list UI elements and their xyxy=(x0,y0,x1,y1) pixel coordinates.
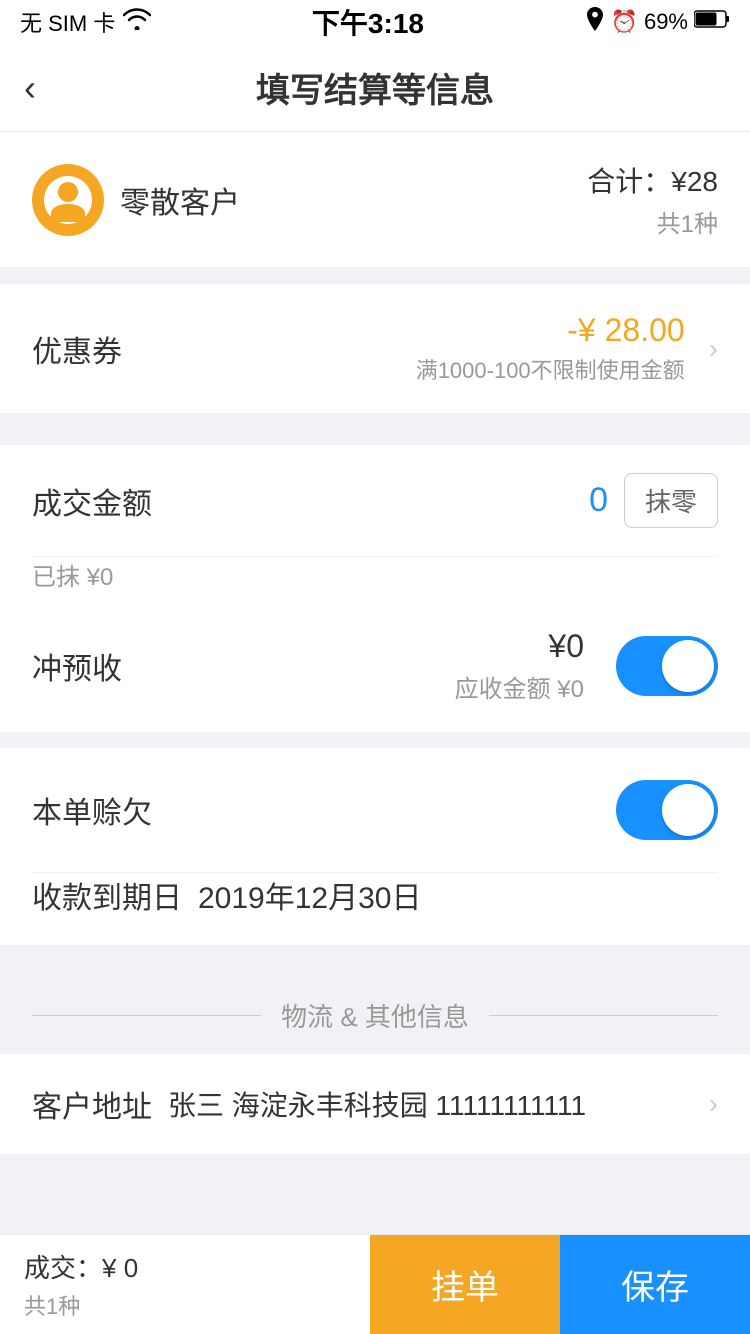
toggle-knob xyxy=(662,640,714,692)
coupon-section[interactable]: 优惠券 -¥ 28.00 满1000-100不限制使用金额 › xyxy=(0,283,750,413)
save-button[interactable]: 保存 xyxy=(560,1235,750,1334)
address-section[interactable]: 客户地址 张三 海淀永丰科技园 11111111111 › xyxy=(0,1054,750,1154)
debt-toggle-knob xyxy=(662,784,714,836)
logistics-line-left xyxy=(32,1015,261,1016)
transaction-value-wrap: 0 抹零 xyxy=(548,473,718,528)
address-value: 张三 海淀永丰科技园 11111111111 xyxy=(168,1084,685,1124)
separator-2 xyxy=(0,732,750,748)
pre-collect-right: ¥0 应收金额 ¥0 xyxy=(455,628,718,704)
debt-row: 本单赊欠 xyxy=(32,748,718,872)
separator-1 xyxy=(0,429,750,445)
bottom-bar: 成交：¥ 0 共1种 挂单 保存 xyxy=(0,1234,750,1334)
debt-toggle[interactable] xyxy=(616,780,718,840)
debt-label: 本单赊欠 xyxy=(32,788,152,832)
due-date-row: 收款到期日 2019年12月30日 xyxy=(32,872,718,945)
status-bar: 无 SIM 卡 下午3:18 ⏰ 69% xyxy=(0,0,750,44)
chevron-right-icon: › xyxy=(709,333,718,365)
customer-row: 零散客户 合计：¥28 共1种 xyxy=(0,132,750,267)
avatar-inner xyxy=(44,176,92,224)
total-amount: 合计：¥28 xyxy=(587,160,718,200)
transaction-sub: 已抹 ¥0 xyxy=(32,557,718,600)
location-icon xyxy=(585,7,605,37)
transaction-row: 成交金额 0 抹零 xyxy=(32,445,718,557)
battery-icon xyxy=(694,9,730,35)
summary-label: 成交：¥ 0 xyxy=(24,1248,346,1285)
due-date-label: 收款到期日 xyxy=(32,873,182,917)
status-right: ⏰ 69% xyxy=(585,7,730,37)
pre-collect-row: 冲预收 ¥0 应收金额 ¥0 xyxy=(32,600,718,732)
debt-section: 本单赊欠 收款到期日 2019年12月30日 xyxy=(0,748,750,945)
coupon-label: 优惠券 xyxy=(32,327,122,371)
carrier-text: 无 SIM 卡 xyxy=(20,6,115,38)
logistics-section: 物流 & 其他信息 xyxy=(0,977,750,1054)
bottom-summary: 成交：¥ 0 共1种 xyxy=(0,1235,370,1334)
logistics-text: 物流 & 其他信息 xyxy=(261,997,489,1034)
battery-text: 69% xyxy=(644,9,688,35)
alarm-icon: ⏰ xyxy=(611,9,638,35)
due-date-value: 2019年12月30日 xyxy=(198,873,421,917)
round-zero-button[interactable]: 抹零 xyxy=(624,473,718,528)
address-row[interactable]: 客户地址 张三 海淀永丰科技园 11111111111 › xyxy=(0,1054,750,1154)
coupon-values: -¥ 28.00 满1000-100不限制使用金额 xyxy=(416,312,685,385)
coupon-right: -¥ 28.00 满1000-100不限制使用金额 › xyxy=(416,312,718,385)
pre-collect-sub: 应收金额 ¥0 xyxy=(455,669,584,704)
address-label: 客户地址 xyxy=(32,1082,152,1126)
transaction-section: 成交金额 0 抹零 已抹 ¥0 冲预收 ¥0 应收金额 ¥0 xyxy=(0,445,750,732)
pre-collect-values: ¥0 应收金额 ¥0 xyxy=(455,628,584,704)
customer-section: 零散客户 合计：¥28 共1种 xyxy=(0,132,750,267)
pending-button[interactable]: 挂单 xyxy=(370,1235,560,1334)
coupon-desc: 满1000-100不限制使用金额 xyxy=(416,353,685,385)
time-display: 下午3:18 xyxy=(312,2,424,42)
transaction-value: 0 xyxy=(548,481,608,520)
summary-count: 共1种 xyxy=(24,1289,346,1321)
customer-avatar xyxy=(32,164,104,236)
coupon-amount: -¥ 28.00 xyxy=(416,312,685,349)
page-title: 填写结算等信息 xyxy=(256,63,494,112)
customer-left: 零散客户 xyxy=(32,164,240,236)
nav-bar: ‹ 填写结算等信息 xyxy=(0,44,750,132)
customer-name: 零散客户 xyxy=(120,178,240,222)
transaction-label: 成交金额 xyxy=(32,479,152,523)
pre-collect-label: 冲预收 xyxy=(32,644,122,688)
pre-collect-amount: ¥0 xyxy=(455,628,584,665)
logistics-line-right xyxy=(489,1015,718,1016)
wifi-icon xyxy=(123,8,151,36)
coupon-row[interactable]: 优惠券 -¥ 28.00 满1000-100不限制使用金额 › xyxy=(0,283,750,413)
content-area: 零散客户 合计：¥28 共1种 优惠券 -¥ 28.00 满1000-100不限… xyxy=(0,132,750,1270)
total-count: 共1种 xyxy=(587,204,718,239)
customer-right: 合计：¥28 共1种 xyxy=(587,160,718,239)
address-chevron-icon: › xyxy=(709,1088,718,1120)
status-left: 无 SIM 卡 xyxy=(20,6,151,38)
back-button[interactable]: ‹ xyxy=(24,67,36,109)
pre-collect-toggle[interactable] xyxy=(616,636,718,696)
separator-3 xyxy=(0,961,750,977)
